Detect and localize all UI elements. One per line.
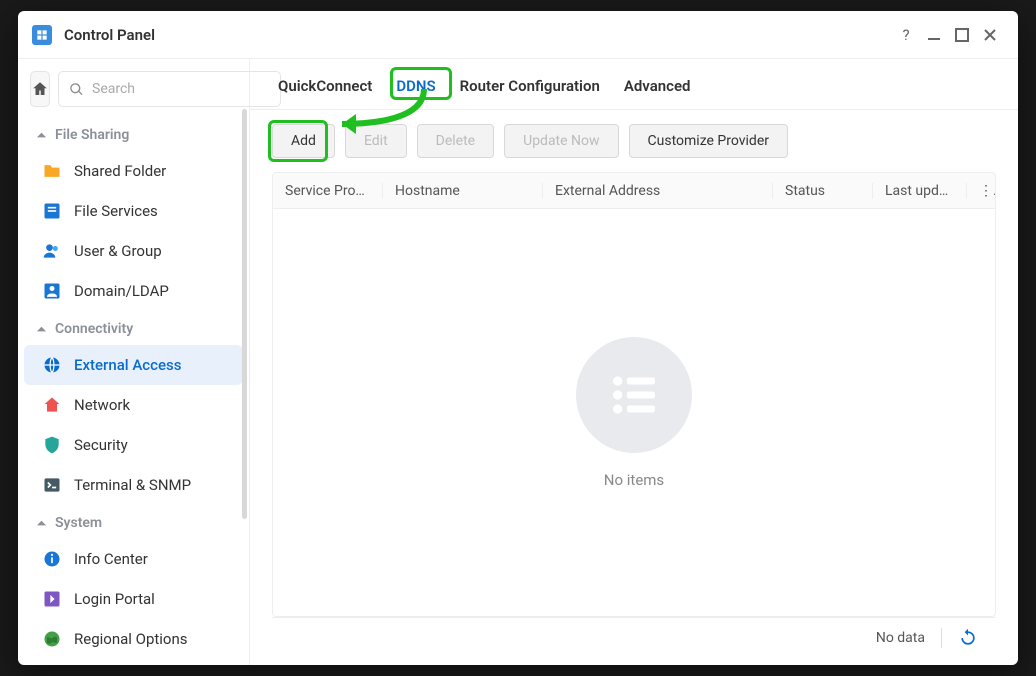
minimize-button[interactable] (920, 21, 948, 49)
tab-router-configuration[interactable]: Router Configuration (460, 77, 600, 109)
empty-icon (576, 337, 692, 453)
maximize-button[interactable] (948, 21, 976, 49)
chevron-up-icon (36, 130, 47, 141)
sidebar-item-security[interactable]: Security (24, 425, 243, 465)
col-last-update[interactable]: Last update … (873, 183, 967, 199)
search-icon (69, 82, 84, 97)
search-input[interactable] (92, 81, 270, 97)
login-icon (42, 589, 62, 609)
ddns-table: Service Prov… Hostname External Address … (272, 172, 996, 617)
chevron-up-icon (36, 324, 47, 335)
users-icon (42, 241, 62, 261)
help-button[interactable]: ? (892, 21, 920, 49)
tab-quickconnect[interactable]: QuickConnect (278, 77, 372, 109)
table-footer: No data (272, 617, 996, 657)
tab-ddns[interactable]: DDNS (396, 77, 435, 109)
shield-icon (42, 435, 62, 455)
col-status[interactable]: Status (773, 183, 873, 199)
table-header: Service Prov… Hostname External Address … (273, 173, 995, 209)
ldap-icon (42, 281, 62, 301)
sidebar-scrollbar[interactable] (242, 109, 247, 519)
delete-button[interactable]: Delete (417, 124, 494, 158)
tab-bar: QuickConnect DDNS Router Configuration A… (250, 59, 1018, 110)
network-icon (42, 395, 62, 415)
titlebar: Control Panel ? (18, 11, 1018, 59)
folder-icon (42, 161, 62, 181)
empty-label: No items (604, 471, 664, 489)
info-icon (42, 549, 62, 569)
main-content: QuickConnect DDNS Router Configuration A… (250, 59, 1018, 665)
window-title: Control Panel (64, 26, 155, 44)
update-now-button[interactable]: Update Now (504, 124, 618, 158)
regional-icon (42, 629, 62, 649)
sidebar: File Sharing Shared Folder File Services… (18, 59, 250, 665)
home-button[interactable] (30, 71, 50, 107)
section-system[interactable]: System (18, 505, 249, 539)
customize-provider-button[interactable]: Customize Provider (629, 124, 788, 158)
sidebar-item-user-group[interactable]: User & Group (24, 231, 243, 271)
control-panel-window: Control Panel ? File Sharing (18, 11, 1018, 665)
chevron-up-icon (36, 518, 47, 529)
search-input-wrapper[interactable] (58, 71, 281, 107)
footer-status: No data (876, 630, 925, 646)
sidebar-item-shared-folder[interactable]: Shared Folder (24, 151, 243, 191)
close-button[interactable] (976, 21, 1004, 49)
sidebar-item-info-center[interactable]: Info Center (24, 539, 243, 579)
add-button[interactable]: Add (272, 124, 335, 158)
sidebar-item-network[interactable]: Network (24, 385, 243, 425)
sidebar-item-domain-ldap[interactable]: Domain/LDAP (24, 271, 243, 311)
app-icon (32, 25, 52, 45)
toolbar: Add Edit Delete Update Now Customize Pro… (250, 110, 1018, 172)
sidebar-item-external-access[interactable]: External Access (24, 345, 243, 385)
col-service-provider[interactable]: Service Prov… (273, 183, 383, 199)
col-hostname[interactable]: Hostname (383, 183, 543, 199)
file-services-icon (42, 201, 62, 221)
sidebar-item-login-portal[interactable]: Login Portal (24, 579, 243, 619)
col-external-address[interactable]: External Address (543, 183, 773, 199)
empty-state: No items (273, 209, 995, 616)
tab-advanced[interactable]: Advanced (624, 77, 691, 109)
sidebar-item-terminal-snmp[interactable]: Terminal & SNMP (24, 465, 243, 505)
section-connectivity[interactable]: Connectivity (18, 311, 249, 345)
terminal-icon (42, 475, 62, 495)
globe-icon (42, 355, 62, 375)
sidebar-item-file-services[interactable]: File Services (24, 191, 243, 231)
section-file-sharing[interactable]: File Sharing (18, 117, 249, 151)
col-more-button[interactable]: ⋮ (967, 183, 995, 199)
refresh-button[interactable] (958, 628, 978, 648)
edit-button[interactable]: Edit (345, 124, 407, 158)
sidebar-item-regional-options[interactable]: Regional Options (24, 619, 243, 659)
